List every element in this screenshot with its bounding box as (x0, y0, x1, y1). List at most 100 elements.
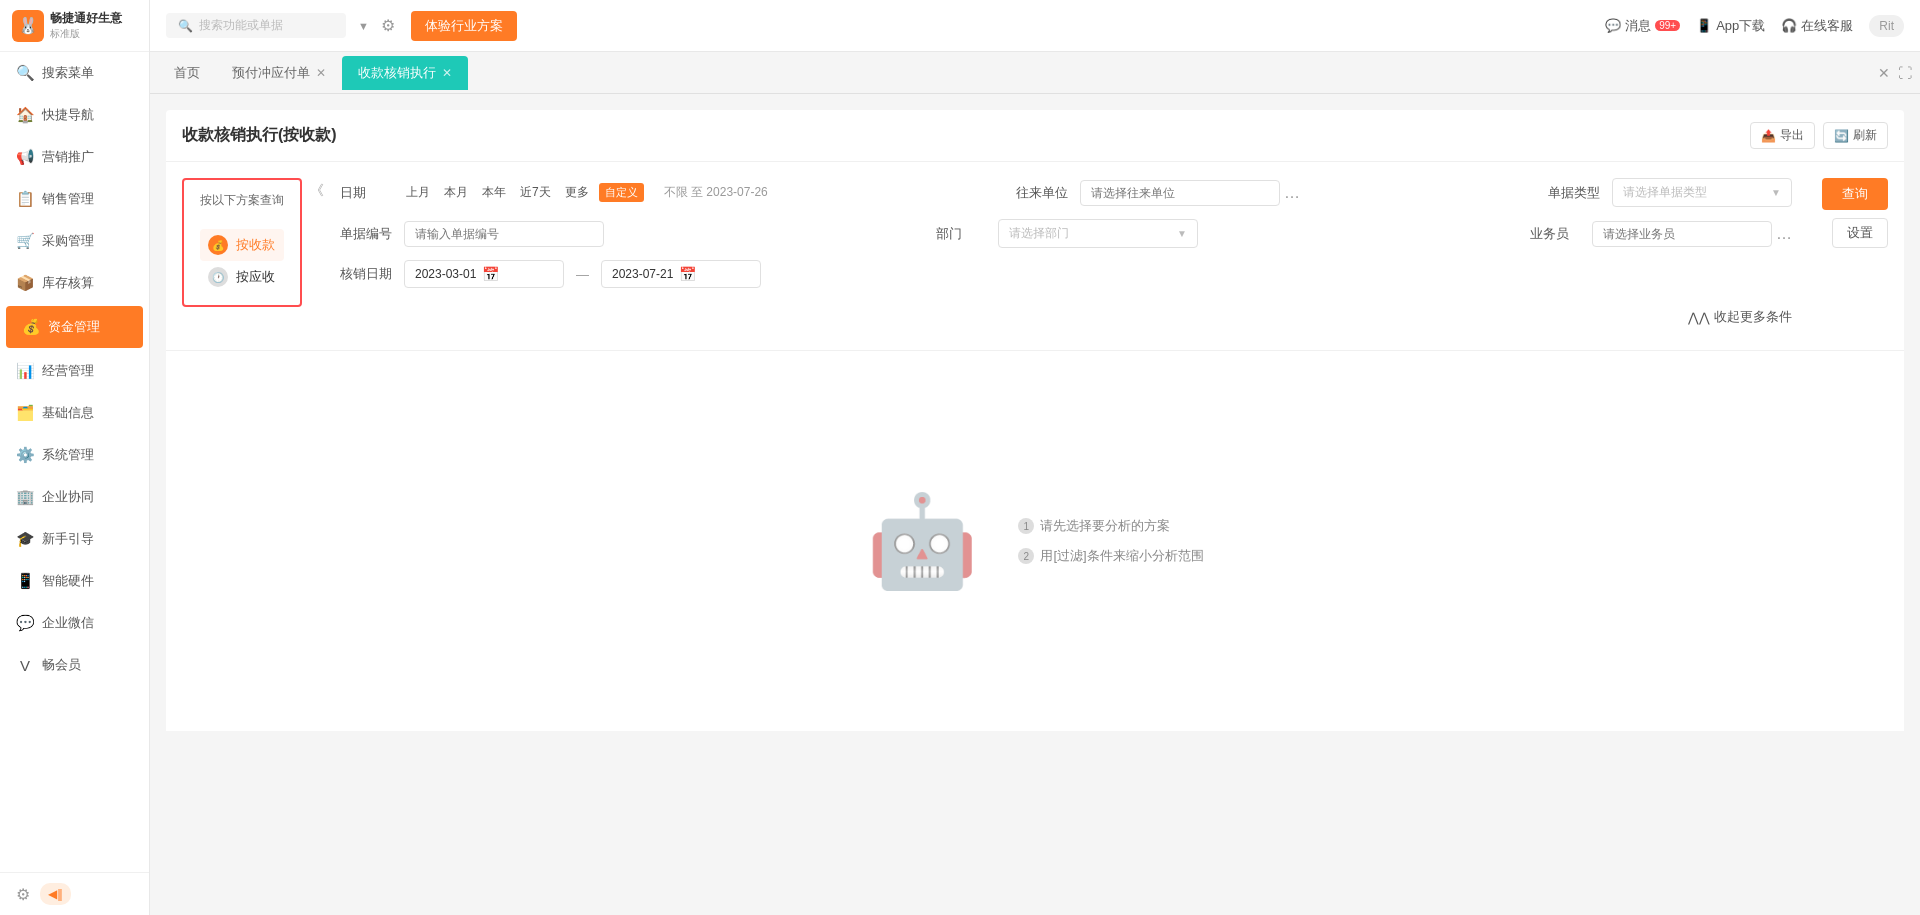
dept-label: 部门 (936, 225, 986, 243)
sidebar-item-label: 智能硬件 (42, 572, 94, 590)
doc-no-input[interactable] (404, 221, 604, 247)
counterparty-input[interactable] (1080, 180, 1280, 206)
tab-collection-label: 收款核销执行 (358, 64, 436, 82)
staff-ellipsis-icon[interactable]: … (1776, 225, 1792, 243)
hint-number-2: 2 (1018, 548, 1034, 564)
sidebar-logo: 🐰 畅捷通好生意 标准版 (0, 0, 149, 52)
tab-collection[interactable]: 收款核销执行 ✕ (342, 56, 468, 90)
dropdown-arrow-icon[interactable]: ▼ (358, 20, 369, 32)
guide-icon: 🎓 (16, 530, 34, 548)
settings-button[interactable]: 设置 (1832, 218, 1888, 248)
tabs-bar: 首页 预付冲应付单 ✕ 收款核销执行 ✕ ✕ ⛶ (150, 52, 1920, 94)
main-area: 🔍 搜索功能或单据 ▼ ⚙ 体验行业方案 💬 消息 99+ 📱 App下载 🎧 … (150, 0, 1920, 915)
tab-collection-close-icon[interactable]: ✕ (442, 66, 452, 80)
topbar: 🔍 搜索功能或单据 ▼ ⚙ 体验行业方案 💬 消息 99+ 📱 App下载 🎧 … (150, 0, 1920, 52)
sales-icon: 📋 (16, 190, 34, 208)
date-quick-buttons: 上月 本月 本年 近7天 更多 自定义 (402, 182, 644, 203)
date-label: 日期 (340, 184, 390, 202)
sidebar-item-system[interactable]: ⚙️ 系统管理 (0, 434, 149, 476)
filter-row-1: 日期 上月 本月 本年 近7天 更多 自定义 不限 至 2023-07-26 往… (340, 178, 1792, 207)
calendar-to-icon[interactable]: 📅 (679, 266, 696, 282)
online-service-action[interactable]: 🎧 在线客服 (1781, 17, 1853, 35)
search-icon: 🔍 (178, 19, 193, 33)
logo-text: 畅捷通好生意 标准版 (50, 11, 122, 40)
filter-form: 日期 上月 本月 本年 近7天 更多 自定义 不限 至 2023-07-26 往… (340, 178, 1792, 334)
doc-type-select[interactable]: 请选择单据类型 ▼ (1612, 178, 1792, 207)
sidebar-item-inventory[interactable]: 📦 库存核算 (0, 262, 149, 304)
counterparty-ellipsis-icon[interactable]: … (1284, 184, 1300, 202)
logo-icon: 🐰 (12, 10, 44, 42)
sidebar-item-weixin[interactable]: 💬 企业微信 (0, 602, 149, 644)
query-button[interactable]: 查询 (1822, 178, 1888, 210)
verify-date-to-value: 2023-07-21 (612, 267, 673, 281)
sidebar-item-hardware[interactable]: 📱 智能硬件 (0, 560, 149, 602)
sidebar-item-purchase[interactable]: 🛒 采购管理 (0, 220, 149, 262)
search-placeholder: 搜索功能或单据 (199, 17, 283, 34)
custom-date-tag[interactable]: 自定义 (599, 183, 644, 202)
expand-window-icon[interactable]: ⛶ (1898, 65, 1912, 81)
query-option-by-collection[interactable]: 💰 按收款 (200, 229, 284, 261)
date-range-separator: — (576, 267, 589, 282)
edition-label: 标准版 (50, 27, 122, 40)
sidebar-item-sales[interactable]: 📋 销售管理 (0, 178, 149, 220)
sidebar-item-enterprise[interactable]: 🏢 企业协同 (0, 476, 149, 518)
close-window-icon[interactable]: ✕ (1878, 65, 1890, 81)
sidebar-item-label: 经营管理 (42, 362, 94, 380)
doc-type-label: 单据类型 (1548, 184, 1600, 202)
filter-actions: 查询 设置 (1808, 178, 1888, 334)
collapse-button[interactable]: ◀‖ (40, 883, 71, 905)
dept-select[interactable]: 请选择部门 ▼ (998, 219, 1198, 248)
search-bar[interactable]: 🔍 搜索功能或单据 (166, 13, 346, 38)
topbar-gear-icon[interactable]: ⚙ (381, 16, 395, 35)
verify-date-from-value: 2023-03-01 (415, 267, 476, 281)
verify-date-from[interactable]: 2023-03-01 📅 (404, 260, 564, 288)
more-date-btn[interactable]: 更多 (561, 182, 593, 203)
query-selector-collapse-icon[interactable]: 《 (310, 182, 324, 200)
tab-home[interactable]: 首页 (158, 56, 216, 90)
filter-row-2: 单据编号 部门 请选择部门 ▼ 业务员 … (340, 219, 1792, 248)
staff-input[interactable] (1592, 221, 1772, 247)
app-download-action[interactable]: 📱 App下载 (1696, 17, 1765, 35)
refresh-button[interactable]: 🔄 刷新 (1823, 122, 1888, 149)
this-year-btn[interactable]: 本年 (478, 182, 510, 203)
collection-option-icon: 💰 (208, 235, 228, 255)
message-label: 消息 (1625, 17, 1651, 35)
more-conditions-button[interactable]: ⋀⋀ 收起更多条件 (340, 300, 1792, 334)
sidebar-item-marketing[interactable]: 📢 营销推广 (0, 136, 149, 178)
settings-icon[interactable]: ⚙ (16, 885, 30, 904)
staff-label: 业务员 (1530, 225, 1580, 243)
doc-no-label: 单据编号 (340, 225, 392, 243)
page-title: 收款核销执行(按收款) (182, 125, 337, 146)
brand-name: 畅捷通好生意 (50, 11, 122, 27)
export-button[interactable]: 📤 导出 (1750, 122, 1815, 149)
user-info[interactable]: Rit (1869, 15, 1904, 37)
sidebar-item-search-menu[interactable]: 🔍 搜索菜单 (0, 52, 149, 94)
home-icon: 🏠 (16, 106, 34, 124)
sidebar-item-finance[interactable]: 💰 资金管理 (6, 306, 143, 348)
last-month-btn[interactable]: 上月 (402, 182, 434, 203)
vip-icon: V (16, 657, 34, 674)
sidebar-item-management[interactable]: 📊 经营管理 (0, 350, 149, 392)
tabs-right: ✕ ⛶ (1878, 65, 1912, 81)
tab-prepay[interactable]: 预付冲应付单 ✕ (216, 56, 342, 90)
tab-prepay-close-icon[interactable]: ✕ (316, 66, 326, 80)
weixin-icon: 💬 (16, 614, 34, 632)
query-option-by-receivable[interactable]: 🕐 按应收 (200, 261, 284, 293)
last-7-days-btn[interactable]: 近7天 (516, 182, 555, 203)
sidebar-item-label: 销售管理 (42, 190, 94, 208)
refresh-icon: 🔄 (1834, 129, 1849, 143)
verify-date-to[interactable]: 2023-07-21 📅 (601, 260, 761, 288)
sidebar-item-basic-info[interactable]: 🗂️ 基础信息 (0, 392, 149, 434)
receivable-option-label: 按应收 (236, 268, 275, 286)
sidebar-item-quick-nav[interactable]: 🏠 快捷导航 (0, 94, 149, 136)
this-month-btn[interactable]: 本月 (440, 182, 472, 203)
enterprise-icon: 🏢 (16, 488, 34, 506)
industry-solution-button[interactable]: 体验行业方案 (411, 11, 517, 41)
calendar-from-icon[interactable]: 📅 (482, 266, 499, 282)
sidebar-item-guide[interactable]: 🎓 新手引导 (0, 518, 149, 560)
topbar-actions: 💬 消息 99+ 📱 App下载 🎧 在线客服 Rit (1605, 15, 1904, 37)
page-content: 收款核销执行(按收款) 📤 导出 🔄 刷新 按以下方案查询 (150, 94, 1920, 915)
empty-state: 🤖 1 请先选择要分析的方案 2 用[过滤]条件来缩小分析范围 (166, 351, 1904, 731)
sidebar-item-vip[interactable]: V 畅会员 (0, 644, 149, 686)
message-action[interactable]: 💬 消息 99+ (1605, 17, 1680, 35)
